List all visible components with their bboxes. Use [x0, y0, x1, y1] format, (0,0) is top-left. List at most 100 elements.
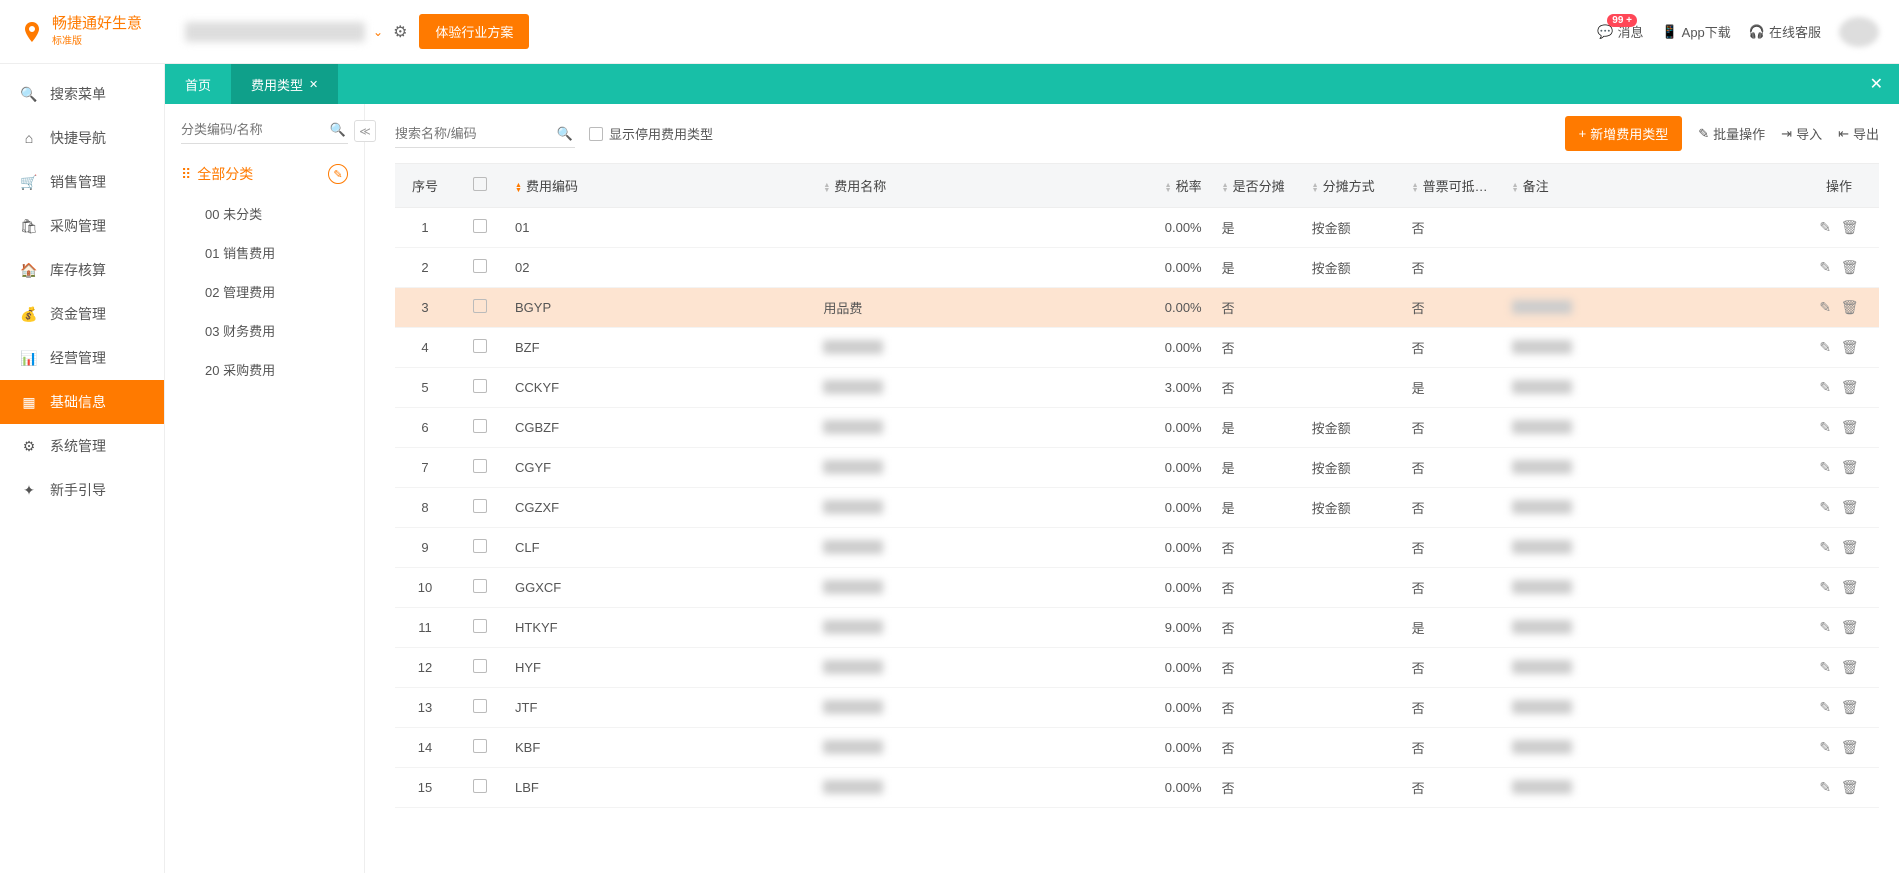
edit-row-icon[interactable]: ✎: [1819, 779, 1831, 795]
edit-row-icon[interactable]: ✎: [1819, 579, 1831, 595]
company-selector[interactable]: ⌄: [185, 22, 383, 42]
app-download-link[interactable]: 📱 App下载: [1661, 22, 1730, 41]
user-avatar[interactable]: [1839, 17, 1879, 47]
table-row[interactable]: 4 BZF x 0.00% 否 否 x ✎ 🗑: [395, 328, 1879, 368]
category-search-input[interactable]: [181, 116, 348, 144]
edit-category-icon[interactable]: ✎: [328, 164, 348, 184]
delete-row-icon[interactable]: 🗑: [1841, 739, 1859, 755]
tab-首页[interactable]: 首页: [165, 64, 231, 104]
row-checkbox[interactable]: [455, 688, 505, 728]
col-rate[interactable]: ▲▼税率: [1122, 164, 1212, 208]
edit-row-icon[interactable]: ✎: [1819, 339, 1831, 355]
search-icon[interactable]: 🔍: [557, 126, 573, 142]
col-code[interactable]: ▲▼费用编码: [505, 164, 813, 208]
collapse-panel-icon[interactable]: ≪: [354, 120, 376, 142]
close-all-tabs[interactable]: ✕: [1854, 64, 1899, 104]
search-icon[interactable]: 🔍: [330, 122, 346, 138]
category-item[interactable]: 03 财务费用: [165, 311, 364, 350]
sidebar-item-gear[interactable]: ⚙系统管理: [0, 424, 164, 468]
row-checkbox[interactable]: [455, 608, 505, 648]
edit-row-icon[interactable]: ✎: [1819, 259, 1831, 275]
table-row[interactable]: 8 CGZXF x 0.00% 是 按金额 否 x ✎ 🗑: [395, 488, 1879, 528]
table-row[interactable]: 7 CGYF x 0.00% 是 按金额 否 x ✎ 🗑: [395, 448, 1879, 488]
row-checkbox[interactable]: [455, 288, 505, 328]
table-row[interactable]: 3 BGYP 用品费 0.00% 否 否 x ✎ 🗑: [395, 288, 1879, 328]
category-all[interactable]: ⠿ 全部分类 ✎: [165, 154, 364, 194]
table-row[interactable]: 14 KBF x 0.00% 否 否 x ✎ 🗑: [395, 728, 1879, 768]
table-row[interactable]: 6 CGBZF x 0.00% 是 按金额 否 x ✎ 🗑: [395, 408, 1879, 448]
col-deduct[interactable]: ▲▼普票可抵…: [1402, 164, 1502, 208]
row-checkbox[interactable]: [455, 768, 505, 808]
delete-row-icon[interactable]: 🗑: [1841, 779, 1859, 795]
sidebar-item-search[interactable]: 🔍搜索菜单: [0, 72, 164, 116]
table-row[interactable]: 15 LBF x 0.00% 否 否 x ✎ 🗑: [395, 768, 1879, 808]
edit-row-icon[interactable]: ✎: [1819, 539, 1831, 555]
row-checkbox[interactable]: [455, 368, 505, 408]
category-item[interactable]: 01 销售费用: [165, 233, 364, 272]
col-name[interactable]: ▲▼费用名称: [813, 164, 1121, 208]
row-checkbox[interactable]: [455, 448, 505, 488]
export-button[interactable]: ⇤ 导出: [1838, 124, 1879, 143]
edit-row-icon[interactable]: ✎: [1819, 699, 1831, 715]
edit-row-icon[interactable]: ✎: [1819, 419, 1831, 435]
row-checkbox[interactable]: [455, 248, 505, 288]
edit-row-icon[interactable]: ✎: [1819, 619, 1831, 635]
sidebar-item-warehouse[interactable]: 🏠库存核算: [0, 248, 164, 292]
tab-费用类型[interactable]: 费用类型✕: [231, 64, 338, 104]
edit-row-icon[interactable]: ✎: [1819, 299, 1831, 315]
edit-row-icon[interactable]: ✎: [1819, 739, 1831, 755]
delete-row-icon[interactable]: 🗑: [1841, 699, 1859, 715]
delete-row-icon[interactable]: 🗑: [1841, 299, 1859, 315]
col-remark[interactable]: ▲▼备注: [1502, 164, 1799, 208]
table-search-input[interactable]: [395, 120, 575, 148]
sidebar-item-money[interactable]: 💰资金管理: [0, 292, 164, 336]
import-button[interactable]: ⇥ 导入: [1781, 124, 1822, 143]
delete-row-icon[interactable]: 🗑: [1841, 459, 1859, 475]
row-checkbox[interactable]: [455, 728, 505, 768]
delete-row-icon[interactable]: 🗑: [1841, 259, 1859, 275]
cta-button[interactable]: 体验行业方案: [419, 14, 529, 49]
table-row[interactable]: 2 02 0.00% 是 按金额 否 ✎ 🗑: [395, 248, 1879, 288]
messages-link[interactable]: 💬 消息 99 +: [1597, 22, 1643, 41]
show-disabled-checkbox[interactable]: 显示停用费用类型: [589, 124, 713, 143]
delete-row-icon[interactable]: 🗑: [1841, 619, 1859, 635]
table-row[interactable]: 13 JTF x 0.00% 否 否 x ✎ 🗑: [395, 688, 1879, 728]
delete-row-icon[interactable]: 🗑: [1841, 659, 1859, 675]
delete-row-icon[interactable]: 🗑: [1841, 579, 1859, 595]
sidebar-item-bag[interactable]: 🛍采购管理: [0, 204, 164, 248]
sidebar-item-star[interactable]: ✦新手引导: [0, 468, 164, 512]
row-checkbox[interactable]: [455, 488, 505, 528]
edit-row-icon[interactable]: ✎: [1819, 499, 1831, 515]
batch-ops-button[interactable]: ✎ 批量操作: [1698, 124, 1765, 143]
category-item[interactable]: 20 采购费用: [165, 350, 364, 389]
row-checkbox[interactable]: [455, 568, 505, 608]
row-checkbox[interactable]: [455, 408, 505, 448]
edit-row-icon[interactable]: ✎: [1819, 659, 1831, 675]
col-select-all[interactable]: [455, 164, 505, 208]
sidebar-item-home[interactable]: ⌂快捷导航: [0, 116, 164, 160]
table-row[interactable]: 11 HTKYF x 9.00% 否 是 x ✎ 🗑: [395, 608, 1879, 648]
support-link[interactable]: 🎧 在线客服: [1749, 22, 1821, 41]
table-row[interactable]: 1 01 0.00% 是 按金额 否 ✎ 🗑: [395, 208, 1879, 248]
table-row[interactable]: 12 HYF x 0.00% 否 否 x ✎ 🗑: [395, 648, 1879, 688]
col-alloc[interactable]: ▲▼是否分摊: [1212, 164, 1302, 208]
sidebar-item-chart[interactable]: 📊经营管理: [0, 336, 164, 380]
close-icon[interactable]: ✕: [309, 78, 318, 91]
row-checkbox[interactable]: [455, 208, 505, 248]
delete-row-icon[interactable]: 🗑: [1841, 339, 1859, 355]
add-new-button[interactable]: + 新增费用类型: [1565, 116, 1683, 151]
edit-row-icon[interactable]: ✎: [1819, 219, 1831, 235]
row-checkbox[interactable]: [455, 328, 505, 368]
delete-row-icon[interactable]: 🗑: [1841, 219, 1859, 235]
edit-row-icon[interactable]: ✎: [1819, 379, 1831, 395]
delete-row-icon[interactable]: 🗑: [1841, 539, 1859, 555]
settings-icon[interactable]: ⚙: [393, 22, 407, 42]
col-method[interactable]: ▲▼分摊方式: [1302, 164, 1402, 208]
edit-row-icon[interactable]: ✎: [1819, 459, 1831, 475]
row-checkbox[interactable]: [455, 528, 505, 568]
table-row[interactable]: 10 GGXCF x 0.00% 否 否 x ✎ 🗑: [395, 568, 1879, 608]
category-item[interactable]: 02 管理费用: [165, 272, 364, 311]
category-item[interactable]: 00 未分类: [165, 194, 364, 233]
delete-row-icon[interactable]: 🗑: [1841, 499, 1859, 515]
table-row[interactable]: 5 CCKYF x 3.00% 否 是 x ✎ 🗑: [395, 368, 1879, 408]
